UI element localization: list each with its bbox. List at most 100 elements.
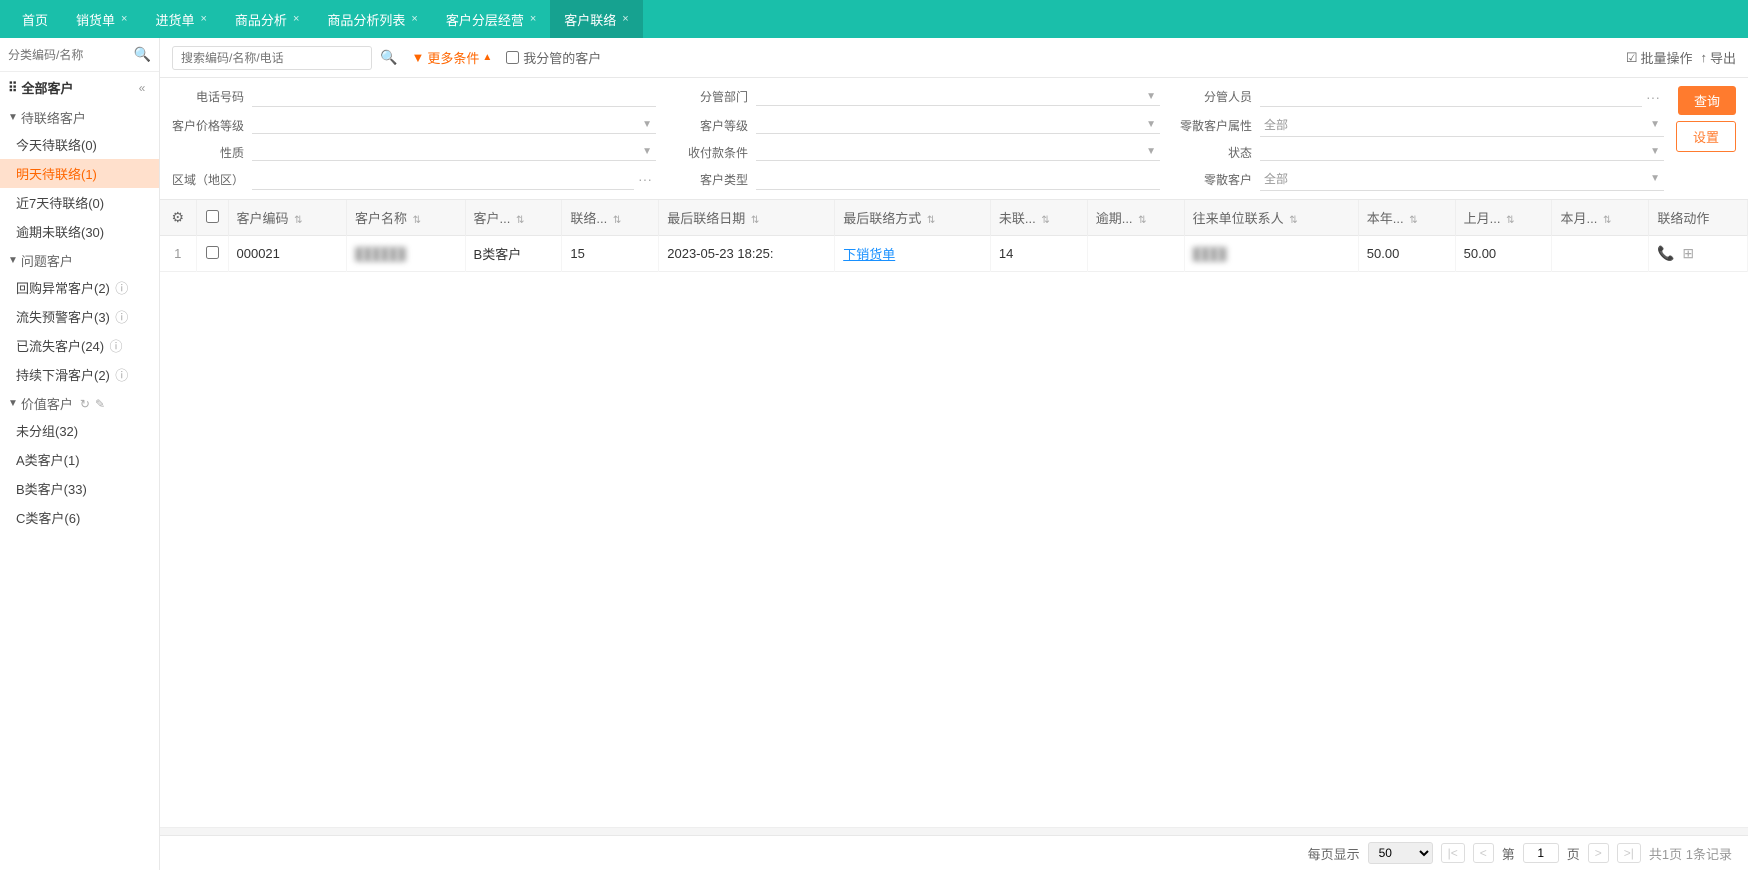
edit-icon[interactable]: ✎	[95, 397, 105, 411]
page-number-input[interactable]	[1523, 843, 1559, 863]
my-customers-checkbox-label[interactable]: 我分管的客户	[506, 48, 601, 67]
sidebar-item-classA[interactable]: A类客户(1)	[0, 445, 159, 474]
export-button[interactable]: ↑ 导出	[1700, 48, 1736, 67]
table-header-row: ⚙ 客户编码 ⇅ 客户名称 ⇅	[160, 200, 1748, 236]
filter-dept-select[interactable]: ▼	[756, 88, 1160, 106]
filter-status-select[interactable]: ▼	[1260, 143, 1664, 161]
sort-icon-year[interactable]: ⇅	[1409, 215, 1417, 226]
sidebar-item-ungroup[interactable]: 未分组(32)	[0, 416, 159, 445]
filter-retail-attr-select[interactable]: 全部 ▼	[1260, 113, 1664, 137]
sort-icon-date[interactable]: ⇅	[751, 215, 759, 226]
filter-manager: 分管人员 ···	[1180, 86, 1664, 107]
sort-icon-code[interactable]: ⇅	[294, 215, 302, 226]
sidebar-collapse-btn[interactable]: «	[133, 79, 151, 97]
sidebar-group-value[interactable]: ▼ 价值客户 ↻ ✎	[0, 389, 159, 416]
nav-item-4[interactable]: 客户分层经营 ×	[432, 0, 550, 38]
filter-price-select[interactable]: ▼	[252, 116, 656, 134]
prev-page-button[interactable]: <	[1473, 843, 1494, 863]
nav-item-1[interactable]: 进货单 ×	[141, 0, 220, 38]
filter-status: 状态 ▼	[1180, 143, 1664, 161]
filter-search-input[interactable]	[172, 46, 372, 70]
col-contact-count: 联络... ⇅	[562, 200, 659, 236]
nav-home[interactable]: 首页	[8, 0, 62, 38]
table-scrollbar[interactable]	[160, 827, 1748, 835]
sidebar-search-input[interactable]	[8, 48, 130, 62]
filter-region-input[interactable]	[252, 169, 634, 190]
set-button[interactable]: 设置	[1676, 121, 1736, 152]
sidebar-item-churned[interactable]: 已流失客户(24) ⓘ	[0, 331, 159, 360]
filter-more-conditions-button[interactable]: ▼ 更多条件 ▲	[405, 44, 498, 71]
sidebar-item-overdue[interactable]: 逾期未联络(30)	[0, 217, 159, 246]
nav-close-2[interactable]: ×	[293, 13, 299, 25]
sidebar-search-area: 🔍	[0, 38, 159, 72]
page-size-label: 每页显示	[1308, 844, 1360, 863]
sidebar-item-tomorrow[interactable]: 明天待联络(1)	[0, 159, 159, 188]
cell-last-method: 下销货单	[835, 236, 991, 272]
more-actions-icon[interactable]: ⊞	[1682, 245, 1694, 261]
column-settings-button[interactable]: ⚙	[171, 209, 184, 226]
checkbox-icon: ☑	[1626, 50, 1638, 66]
sort-icon-thismonth[interactable]: ⇅	[1603, 215, 1611, 226]
sort-icon-unlisted[interactable]: ⇅	[1041, 215, 1049, 226]
filter-price-level: 客户价格等级 ▼	[172, 116, 656, 134]
nav-close-0[interactable]: ×	[121, 13, 127, 25]
sidebar-search-icon[interactable]: 🔍	[134, 46, 151, 63]
page-size-select[interactable]: 50 10 20 100	[1368, 842, 1433, 864]
filter-customer-level-select[interactable]: ▼	[756, 116, 1160, 134]
filter-customer-type-input[interactable]	[756, 169, 1160, 190]
sidebar-item-classB[interactable]: B类客户(33)	[0, 474, 159, 503]
sort-icon-method[interactable]: ⇅	[927, 215, 935, 226]
sidebar-item-repurchase[interactable]: 回购异常客户(2) ⓘ	[0, 273, 159, 302]
nav-item-0[interactable]: 销货单 ×	[62, 0, 141, 38]
first-page-button[interactable]: |<	[1441, 843, 1465, 863]
sort-icon-overdue[interactable]: ⇅	[1138, 215, 1146, 226]
phone-icon[interactable]: 📞	[1657, 245, 1674, 261]
sort-icon-name[interactable]: ⇅	[413, 215, 421, 226]
filter-price-level-label: 客户价格等级	[172, 117, 252, 134]
filter-manager-dots[interactable]: ···	[1642, 89, 1664, 105]
sidebar-all-customers[interactable]: ⠿ 全部客户 «	[0, 72, 159, 103]
sidebar-group-problem[interactable]: ▼ 问题客户	[0, 246, 159, 273]
batch-ops-button[interactable]: ☑ 批量操作	[1626, 48, 1693, 67]
info-icon-2: ⓘ	[115, 310, 128, 325]
filter-customer-type-label: 客户类型	[676, 171, 756, 188]
nav-close-3[interactable]: ×	[411, 13, 417, 25]
query-button[interactable]: 查询	[1678, 86, 1736, 115]
my-customers-checkbox[interactable]	[506, 51, 519, 64]
sort-icon-contact[interactable]: ⇅	[613, 215, 621, 226]
chevron-down-icon: ▼	[8, 112, 18, 123]
last-page-button[interactable]: >|	[1617, 843, 1641, 863]
sort-icon-type[interactable]: ⇅	[516, 215, 524, 226]
filter-manager-input[interactable]	[1260, 86, 1642, 107]
next-page-button[interactable]: >	[1588, 843, 1609, 863]
filter-nature-select[interactable]: ▼	[252, 143, 656, 161]
sidebar-item-today[interactable]: 今天待联络(0)	[0, 130, 159, 159]
nav-item-5[interactable]: 客户联络 ×	[550, 0, 642, 38]
total-records-label: 共1页 1条记录	[1649, 844, 1732, 863]
sidebar-group-pending[interactable]: ▼ 待联络客户	[0, 103, 159, 130]
sidebar-item-classC[interactable]: C类客户(6)	[0, 503, 159, 532]
nav-item-3[interactable]: 商品分析列表 ×	[313, 0, 431, 38]
sidebar-item-7days[interactable]: 近7天待联络(0)	[0, 188, 159, 217]
nav-item-2[interactable]: 商品分析 ×	[221, 0, 313, 38]
filter-retail-customer-select[interactable]: 全部 ▼	[1260, 167, 1664, 191]
nav-close-1[interactable]: ×	[200, 13, 206, 25]
refresh-icon[interactable]: ↻	[80, 397, 90, 411]
last-method-link[interactable]: 下销货单	[843, 247, 895, 262]
row-checkbox[interactable]	[206, 246, 219, 259]
nav-close-4[interactable]: ×	[530, 13, 536, 25]
page-label: 第	[1502, 844, 1515, 863]
sidebar-item-declining[interactable]: 持续下滑客户(2) ⓘ	[0, 360, 159, 389]
col-settings: ⚙	[160, 200, 196, 236]
sort-icon-lastmonth[interactable]: ⇅	[1506, 215, 1514, 226]
select-all-checkbox[interactable]	[206, 210, 219, 223]
nav-close-5[interactable]: ×	[622, 13, 628, 25]
filter-region-dots[interactable]: ···	[634, 171, 656, 187]
filter-payment-select[interactable]: ▼	[756, 143, 1160, 161]
sort-icon-unit[interactable]: ⇅	[1289, 215, 1297, 226]
chevron-down-icon-status: ▼	[1650, 146, 1660, 157]
filter-phone-input[interactable]	[252, 86, 656, 107]
sidebar-item-churn-warning[interactable]: 流失预警客户(3) ⓘ	[0, 302, 159, 331]
filter-search-button[interactable]: 🔍	[380, 49, 397, 66]
sidebar: 🔍 ⠿ 全部客户 « ▼ 待联络客户 今天待联络(0) 明天待联络(1) 近7天…	[0, 38, 160, 870]
